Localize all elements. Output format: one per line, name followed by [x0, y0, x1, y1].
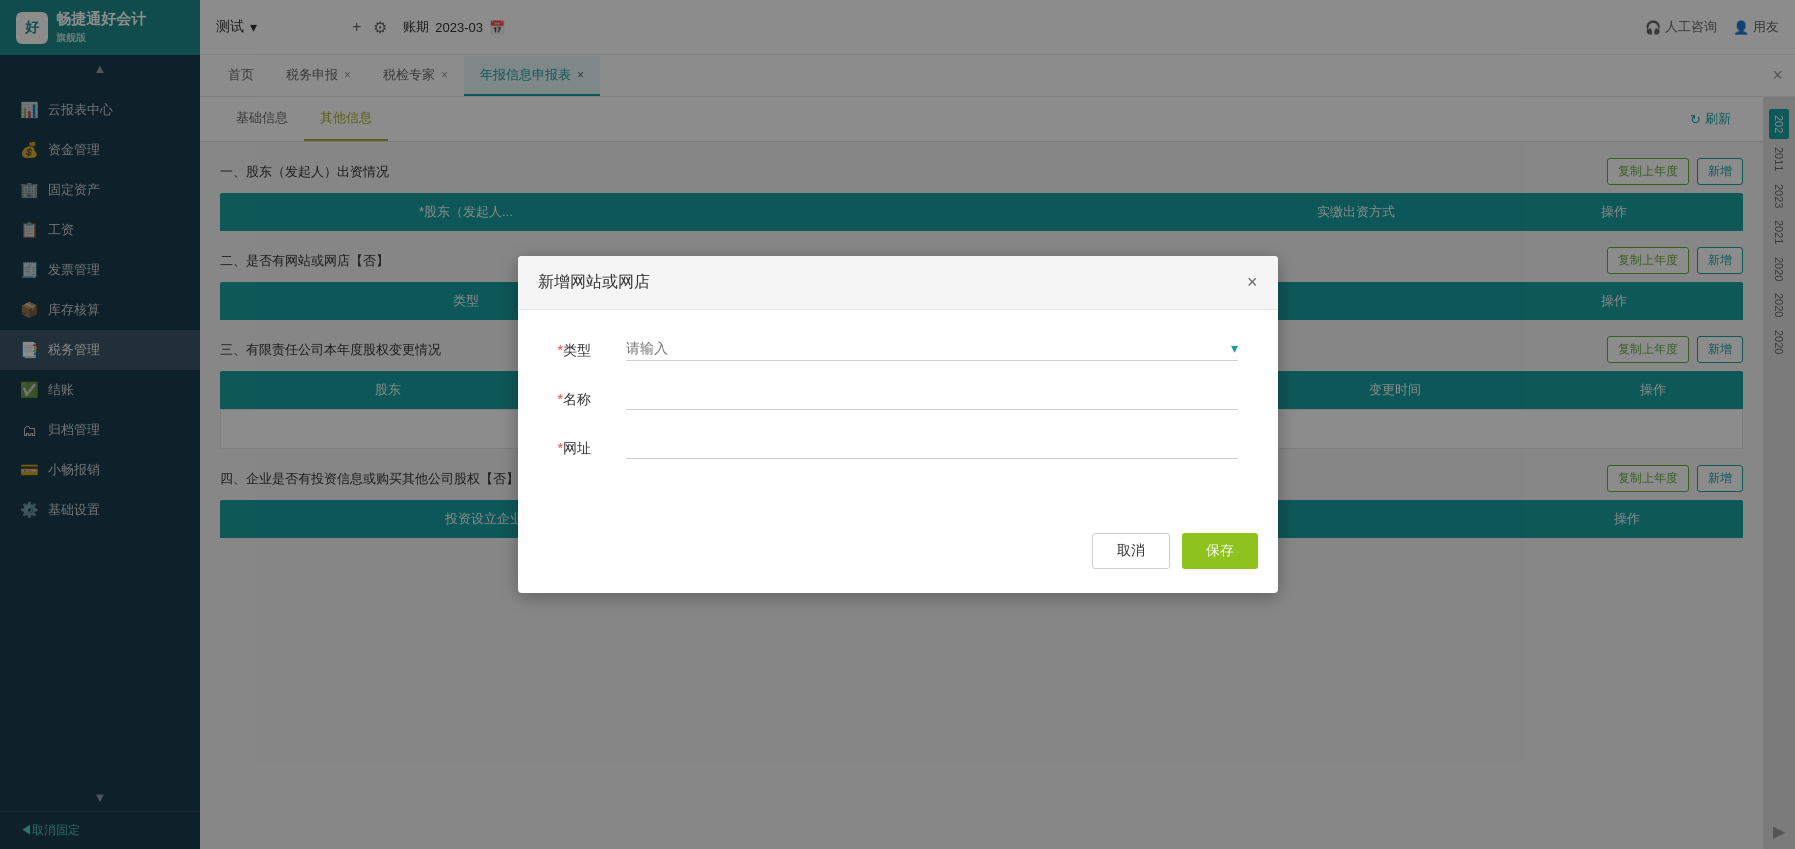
url-label: *网址: [558, 440, 618, 458]
form-row-type: *类型 ▾: [558, 340, 1238, 361]
name-label: *名称: [558, 391, 618, 409]
name-input[interactable]: [626, 389, 1238, 405]
modal-title: 新增网站或网店: [538, 272, 650, 293]
modal-header: 新增网站或网店 ×: [518, 256, 1278, 310]
modal-overlay: 新增网站或网店 × *类型 ▾ *名称: [0, 0, 1795, 849]
url-label-text: 网址: [563, 440, 591, 456]
type-input-wrap: ▾: [626, 340, 1238, 361]
cancel-button[interactable]: 取消: [1092, 533, 1170, 569]
form-row-url: *网址: [558, 438, 1238, 459]
type-label: *类型: [558, 342, 618, 360]
type-dropdown-arrow[interactable]: ▾: [1231, 340, 1238, 356]
type-label-text: 类型: [563, 342, 591, 358]
modal-close-btn[interactable]: ×: [1247, 272, 1258, 293]
modal-body: *类型 ▾ *名称 *网址: [518, 310, 1278, 517]
type-input[interactable]: [626, 340, 1231, 356]
name-input-wrap: [626, 389, 1238, 410]
form-row-name: *名称: [558, 389, 1238, 410]
name-label-text: 名称: [563, 391, 591, 407]
modal-footer: 取消 保存: [518, 517, 1278, 593]
url-input[interactable]: [626, 438, 1238, 454]
url-input-wrap: [626, 438, 1238, 459]
save-button[interactable]: 保存: [1182, 533, 1258, 569]
add-website-modal: 新增网站或网店 × *类型 ▾ *名称: [518, 256, 1278, 593]
